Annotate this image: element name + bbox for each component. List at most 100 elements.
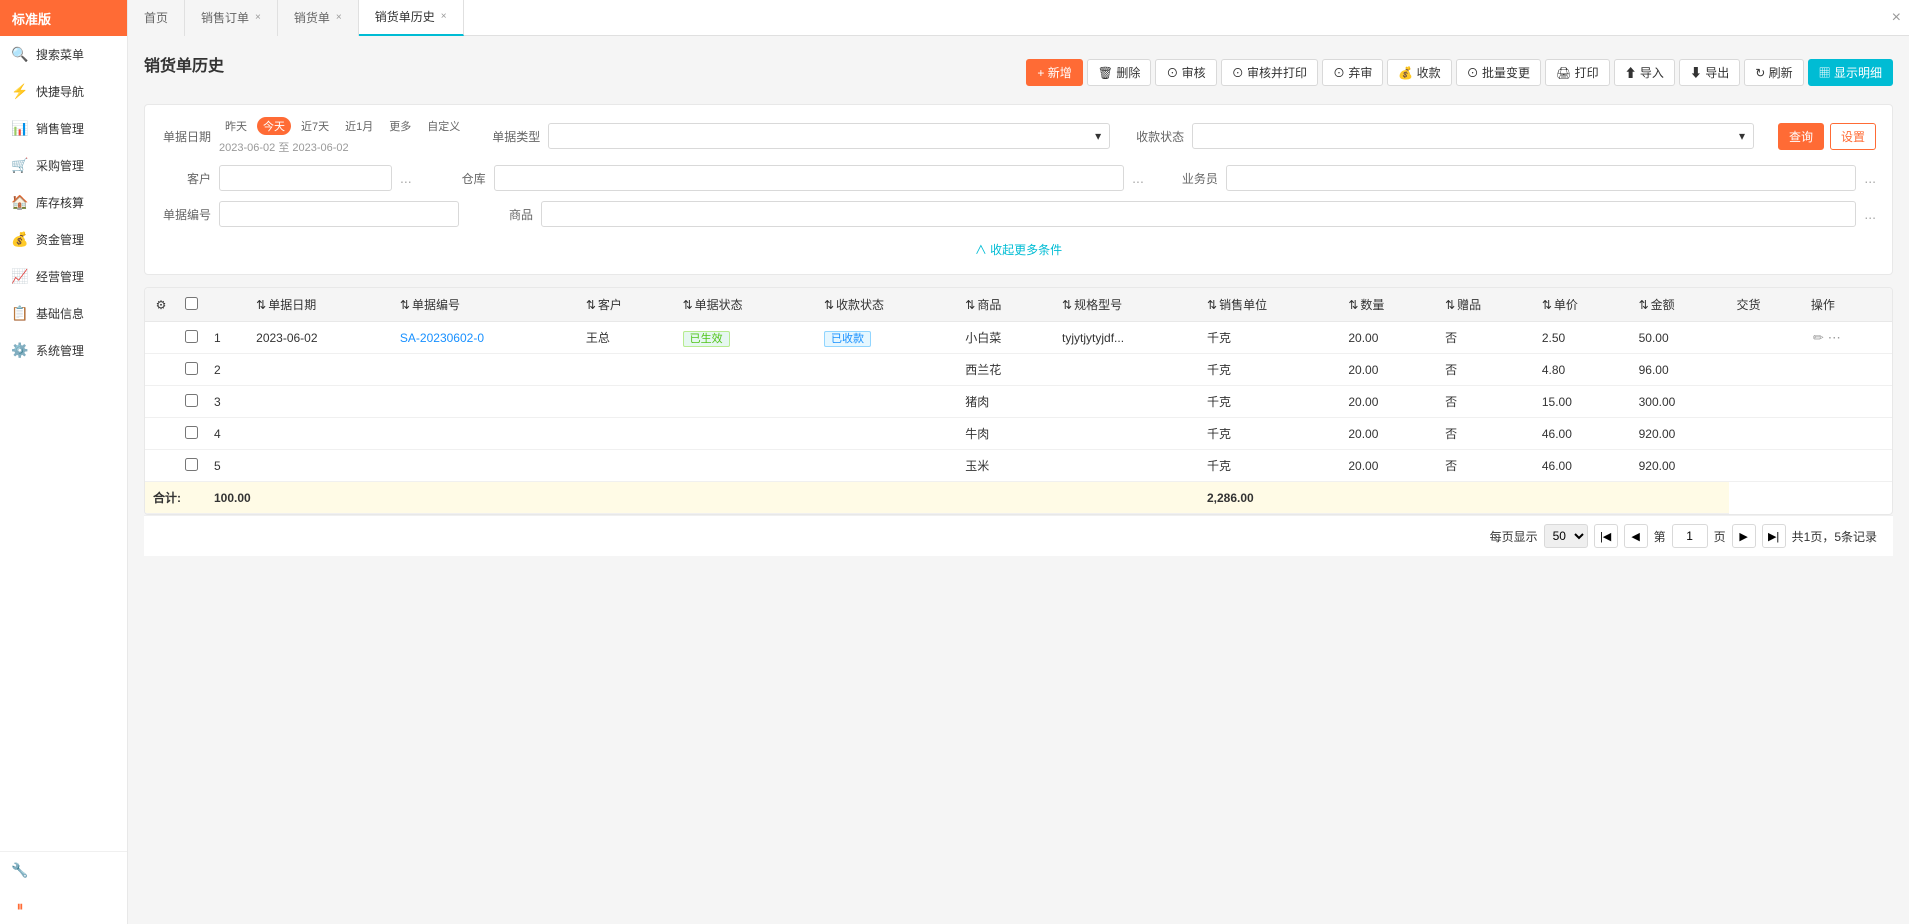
table-header-amount[interactable]: ⇅金额 (1631, 288, 1729, 322)
tab-sales-order[interactable]: 销售订单 × (185, 0, 278, 36)
row-checkbox[interactable] (177, 450, 206, 482)
customer-input[interactable] (219, 165, 392, 191)
staff-input[interactable] (1226, 165, 1857, 191)
select-all-checkbox[interactable] (185, 297, 198, 310)
date-1month-btn[interactable]: 近1月 (339, 117, 379, 135)
import-button[interactable]: ⬆ 导入 (1614, 59, 1675, 86)
row-gear (145, 354, 177, 386)
row-checkbox[interactable] (177, 354, 206, 386)
home-icon: 🏠 (12, 195, 28, 211)
tab-sales-goods[interactable]: 销货单 × (278, 0, 359, 36)
row-date (248, 354, 392, 386)
row-doc-status (675, 386, 816, 418)
tab-sales-goods-close[interactable]: × (336, 12, 342, 23)
prev-page-button[interactable]: ◀ (1624, 524, 1648, 548)
table-header-pay-status[interactable]: ⇅收款状态 (816, 288, 957, 322)
first-page-button[interactable]: |◀ (1594, 524, 1618, 548)
date-yesterday-btn[interactable]: 昨天 (219, 117, 253, 135)
pay-status-select[interactable]: ▾ (1192, 123, 1754, 149)
print-button[interactable]: 🖨 打印 (1545, 59, 1610, 86)
row-gift: 否 (1437, 450, 1534, 482)
date-7days-btn[interactable]: 近7天 (295, 117, 335, 135)
table-header-goods[interactable]: ⇅商品 (957, 288, 1054, 322)
table-header-spec[interactable]: ⇅规格型号 (1054, 288, 1199, 322)
sidebar-item-inventory[interactable]: 🏠 库存核算 (0, 184, 127, 221)
doc-type-select[interactable]: ▾ (548, 123, 1110, 149)
sidebar-item-pause[interactable]: ⏸ (0, 888, 127, 924)
row-qty: 20.00 (1340, 418, 1437, 450)
query-settings-group: 查询 设置 (1778, 123, 1876, 150)
sidebar-item-sales[interactable]: 📊 销售管理 (0, 110, 127, 147)
docno-input[interactable] (219, 201, 459, 227)
sidebar-item-label: 搜索菜单 (36, 46, 84, 63)
table-header-unit[interactable]: ⇅销售单位 (1199, 288, 1340, 322)
collapse-row[interactable]: ∧ 收起更多条件 (161, 237, 1876, 262)
row-goods: 牛肉 (957, 418, 1054, 450)
query-button[interactable]: 查询 (1778, 123, 1824, 150)
table-header-customer[interactable]: ⇅客户 (578, 288, 675, 322)
sidebar-item-search[interactable]: 🔍 搜索菜单 (0, 36, 127, 73)
wrench-icon: 🔧 (12, 862, 28, 878)
date-more-btn[interactable]: 更多 (383, 117, 417, 135)
sidebar-item-label: 系统管理 (36, 342, 84, 359)
row-checkbox[interactable] (177, 386, 206, 418)
row-checkbox[interactable] (177, 322, 206, 354)
date-today-btn[interactable]: 今天 (257, 117, 291, 135)
docno-link[interactable]: SA-20230602-0 (400, 331, 484, 345)
table-header-qty[interactable]: ⇅数量 (1340, 288, 1437, 322)
col-paystatus-label: 收款状态 (836, 296, 884, 313)
table-header-gift[interactable]: ⇅赠品 (1437, 288, 1534, 322)
revoke-button[interactable]: ⊙ 弃审 (1322, 59, 1383, 86)
next-page-button[interactable]: ▶ (1732, 524, 1756, 548)
settings-button[interactable]: 设置 (1830, 123, 1876, 150)
table-header-date[interactable]: ⇅单据日期 (248, 288, 392, 322)
add-button[interactable]: + 新增 (1026, 59, 1082, 86)
edit-icon[interactable]: ✏ (1813, 330, 1824, 345)
delete-button[interactable]: 🗑 删除 (1087, 59, 1152, 86)
sidebar-item-quicknav[interactable]: ⚡ 快捷导航 (0, 73, 127, 110)
table-header-gear[interactable]: ⚙ (145, 288, 177, 322)
goods-input[interactable] (541, 201, 1856, 227)
staff-dots[interactable]: ... (1864, 170, 1876, 186)
row-customer (578, 354, 675, 386)
page-number-input[interactable]: 1 (1672, 524, 1708, 548)
tab-sales-history[interactable]: 销货单历史 × (359, 0, 464, 36)
sidebar-item-purchase[interactable]: 🛒 采购管理 (0, 147, 127, 184)
table-header-doc-status[interactable]: ⇅单据状态 (675, 288, 816, 322)
export-button[interactable]: ⬇ 导出 (1679, 59, 1740, 86)
audit-print-button[interactable]: ⊙ 审核并打印 (1221, 59, 1318, 86)
row-checkbox[interactable] (177, 418, 206, 450)
warehouse-dots[interactable]: ... (1132, 170, 1144, 186)
sidebar-item-label: 基础信息 (36, 305, 84, 322)
last-page-button[interactable]: ▶| (1762, 524, 1786, 548)
tab-home[interactable]: 首页 (128, 0, 185, 36)
sidebar-item-system[interactable]: ⚙️ 系统管理 (0, 332, 127, 369)
tab-sales-history-close[interactable]: × (441, 11, 447, 22)
warehouse-input[interactable] (494, 165, 1125, 191)
table-header-checkbox[interactable] (177, 288, 206, 322)
docno-filter-item: 单据编号 (161, 201, 459, 227)
sidebar-item-operations[interactable]: 📈 经营管理 (0, 258, 127, 295)
row-amount: 50.00 (1631, 322, 1729, 354)
date-quick-row: 昨天 今天 近7天 近1月 更多 自定义 (219, 117, 466, 135)
goods-dots[interactable]: ... (1864, 206, 1876, 222)
content-area: 销货单历史 + 新增 🗑 删除 ⊙ 审核 ⊙ 审核并打印 ⊙ 弃审 💰 收款 ⊙… (128, 36, 1909, 924)
refresh-button[interactable]: ↻ 刷新 (1744, 59, 1803, 86)
batch-change-button[interactable]: ⊙ 批量变更 (1456, 59, 1541, 86)
more-icon[interactable]: ⋯ (1828, 330, 1841, 345)
sidebar-item-tools[interactable]: 🔧 (0, 852, 127, 888)
tab-sales-order-close[interactable]: × (255, 12, 261, 23)
date-custom-btn[interactable]: 自定义 (421, 117, 466, 135)
trending-icon: 📈 (12, 269, 28, 285)
audit-button[interactable]: ⊙ 审核 (1155, 59, 1216, 86)
per-page-select[interactable]: 50 (1544, 524, 1588, 548)
table-header-price[interactable]: ⇅单价 (1534, 288, 1631, 322)
sidebar-item-basic-info[interactable]: 📋 基础信息 (0, 295, 127, 332)
window-close-button[interactable]: × (1892, 9, 1901, 26)
collect-button[interactable]: 💰 收款 (1387, 59, 1451, 86)
show-detail-button[interactable]: ▦ 显示明细 (1808, 59, 1893, 86)
row-doc-status (675, 450, 816, 482)
customer-dots[interactable]: ... (400, 170, 412, 186)
table-header-docno[interactable]: ⇅单据编号 (392, 288, 578, 322)
sidebar-item-finance[interactable]: 💰 资金管理 (0, 221, 127, 258)
